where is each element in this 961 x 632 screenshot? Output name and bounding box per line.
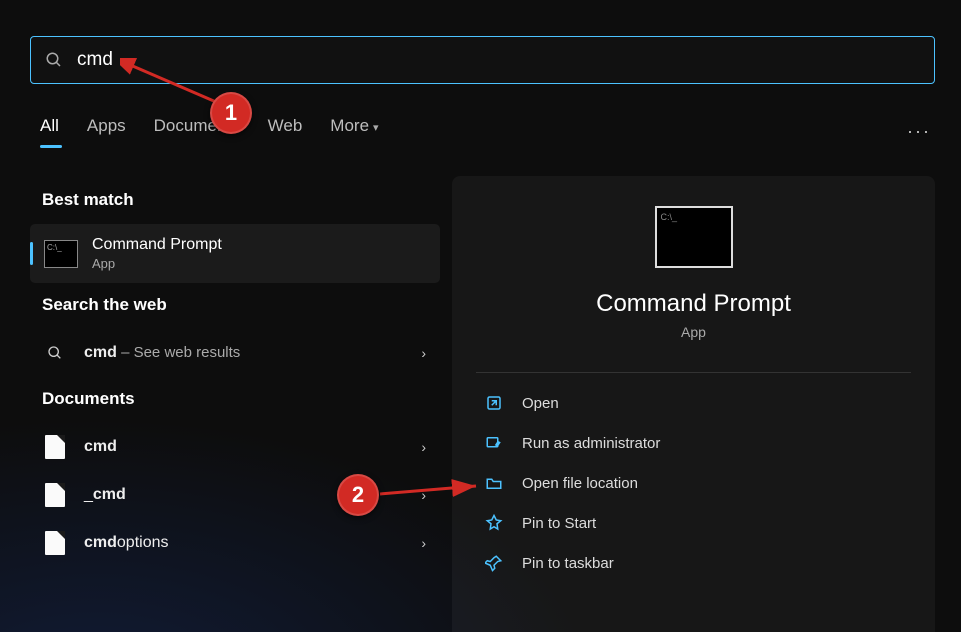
- search-bar[interactable]: [30, 36, 935, 84]
- action-open[interactable]: Open: [476, 383, 911, 423]
- action-label: Open file location: [522, 475, 638, 492]
- action-label: Open: [522, 395, 559, 412]
- tab-web[interactable]: Web: [268, 116, 303, 146]
- chevron-right-icon[interactable]: ›: [421, 487, 426, 503]
- document-icon: [44, 532, 66, 554]
- search-icon: [44, 342, 66, 364]
- document-icon: [44, 484, 66, 506]
- document-result[interactable]: cmdoptions ›: [30, 519, 440, 567]
- app-large-icon: C:\_: [655, 206, 733, 268]
- details-title: Command Prompt: [596, 290, 791, 318]
- search-web-heading: Search the web: [42, 295, 440, 315]
- document-result[interactable]: cmd ›: [30, 423, 440, 471]
- action-label: Run as administrator: [522, 435, 660, 452]
- documents-heading: Documents: [42, 389, 440, 409]
- action-pin-to-taskbar[interactable]: Pin to taskbar: [476, 543, 911, 583]
- pin-icon: [484, 553, 504, 573]
- results-column: Best match C:\_ Command Prompt App Searc…: [30, 178, 440, 567]
- folder-icon: [484, 473, 504, 493]
- filter-tabs: All Apps Documents Web More▾ ···: [40, 116, 931, 146]
- action-pin-to-start[interactable]: Pin to Start: [476, 503, 911, 543]
- open-icon: [484, 393, 504, 413]
- overflow-menu-button[interactable]: ···: [907, 121, 931, 142]
- tab-all[interactable]: All: [40, 116, 59, 146]
- action-open-file-location[interactable]: Open file location: [476, 463, 911, 503]
- pin-icon: [484, 513, 504, 533]
- chevron-right-icon[interactable]: ›: [421, 535, 426, 551]
- action-label: Pin to Start: [522, 515, 596, 532]
- tab-apps[interactable]: Apps: [87, 116, 126, 146]
- annotation-badge-1: 1: [210, 92, 252, 134]
- chevron-down-icon: ▾: [373, 122, 379, 134]
- search-input[interactable]: [77, 49, 920, 71]
- best-match-heading: Best match: [42, 190, 440, 210]
- details-subtitle: App: [681, 324, 706, 340]
- action-label: Pin to taskbar: [522, 555, 614, 572]
- details-panel: C:\_ Command Prompt App Open Run as admi…: [452, 176, 935, 632]
- best-match-result[interactable]: C:\_ Command Prompt App: [30, 224, 440, 283]
- document-icon: [44, 436, 66, 458]
- result-subtitle: App: [92, 256, 222, 271]
- chevron-right-icon[interactable]: ›: [421, 439, 426, 455]
- annotation-badge-2: 2: [337, 474, 379, 516]
- tab-more[interactable]: More▾: [330, 116, 378, 146]
- web-search-result[interactable]: cmd – See web results ›: [30, 329, 440, 377]
- command-prompt-icon: C:\_: [44, 240, 78, 268]
- chevron-right-icon[interactable]: ›: [421, 345, 426, 361]
- action-run-as-administrator[interactable]: Run as administrator: [476, 423, 911, 463]
- admin-shield-icon: [484, 433, 504, 453]
- search-icon: [45, 51, 63, 69]
- divider: [476, 372, 911, 373]
- result-title: Command Prompt: [92, 236, 222, 254]
